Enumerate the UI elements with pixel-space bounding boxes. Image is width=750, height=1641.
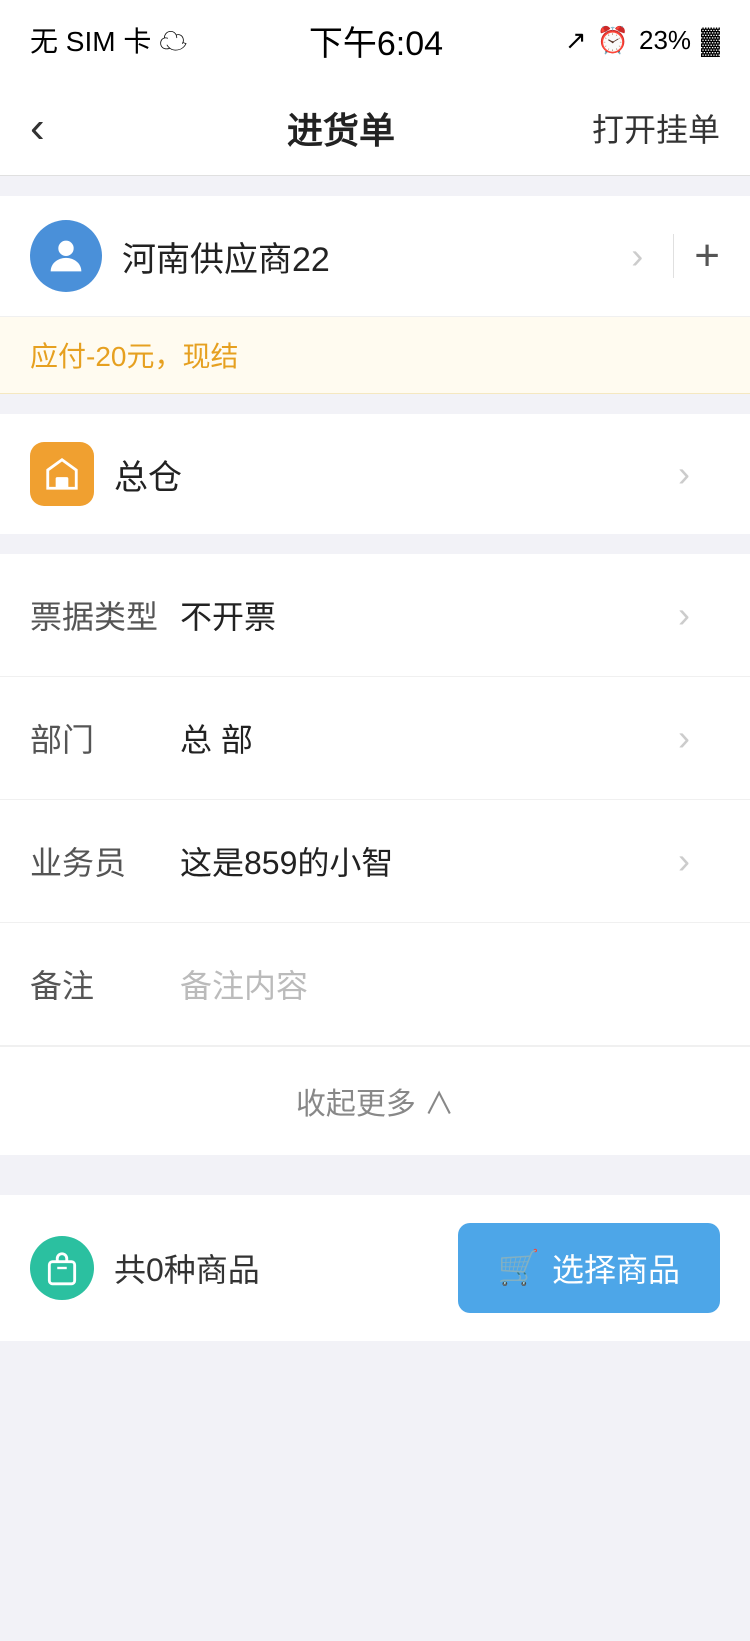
salesperson-chevron-icon: › (678, 840, 690, 882)
back-button[interactable]: ‹ (30, 103, 90, 153)
salesperson-value: 这是859的小智 (170, 838, 678, 884)
department-row[interactable]: 部门 总 部 › (0, 677, 750, 800)
supplier-avatar (30, 220, 102, 292)
user-icon (43, 233, 89, 279)
warehouse-icon-wrap (30, 442, 94, 506)
warehouse-card: 总仓 › (0, 414, 750, 534)
product-icon-wrap (30, 1236, 94, 1300)
notice-text: 应付-20元，现结 (30, 341, 238, 372)
cart-icon: 🛒 (498, 1248, 540, 1288)
salesperson-label: 业务员 (30, 838, 170, 884)
status-time: 下午6:04 (309, 16, 443, 65)
select-btn-label: 选择商品 (552, 1245, 680, 1291)
nav-bar: ‹ 进货单 打开挂单 (0, 80, 750, 176)
department-value: 总 部 (170, 715, 678, 761)
status-right: ↗ ⏰ 23% ▓ (565, 25, 720, 56)
add-supplier-button[interactable]: + (673, 234, 720, 278)
section-gap-1 (0, 176, 750, 196)
location-icon: ↗ (565, 25, 587, 56)
section-gap-4 (0, 1155, 750, 1175)
warehouse-label: 总仓 (114, 450, 678, 499)
sim-label: 无 SIM 卡 ☁ (30, 20, 187, 60)
department-label: 部门 (30, 715, 170, 761)
remark-row[interactable]: 备注 备注内容 (0, 923, 750, 1046)
warehouse-chevron-icon: › (678, 453, 690, 495)
supplier-card: 河南供应商22 › + 应付-20元，现结 (0, 196, 750, 394)
collapse-label[interactable]: 收起更多 ∧ (296, 1079, 454, 1123)
salesperson-row[interactable]: 业务员 这是859的小智 › (0, 800, 750, 923)
invoice-type-label: 票据类型 (30, 592, 170, 638)
warehouse-icon (43, 455, 81, 493)
department-chevron-icon: › (678, 717, 690, 759)
remark-input[interactable]: 备注内容 (170, 961, 720, 1007)
section-gap-3 (0, 534, 750, 554)
invoice-type-row[interactable]: 票据类型 不开票 › (0, 554, 750, 677)
warehouse-row[interactable]: 总仓 › (0, 414, 750, 534)
remark-label: 备注 (30, 961, 170, 1007)
open-pending-button[interactable]: 打开挂单 (592, 105, 720, 151)
form-section: 票据类型 不开票 › 部门 总 部 › 业务员 这是859的小智 › 备注 备注… (0, 554, 750, 1155)
product-count-label: 共0种商品 (114, 1245, 438, 1291)
battery-icon: ▓ (701, 25, 720, 56)
invoice-type-value: 不开票 (170, 592, 678, 638)
page-title: 进货单 (287, 102, 395, 154)
supplier-name: 河南供应商22 (122, 232, 631, 281)
section-gap-2 (0, 394, 750, 414)
bottom-bar: 共0种商品 🛒 选择商品 (0, 1195, 750, 1341)
shopping-bag-icon (43, 1249, 81, 1287)
battery-label: 23% (639, 25, 691, 56)
status-left: 无 SIM 卡 ☁ (30, 20, 187, 60)
notice-bar: 应付-20元，现结 (0, 317, 750, 394)
page-rest (0, 1341, 750, 1641)
supplier-row[interactable]: 河南供应商22 › + (0, 196, 750, 317)
alarm-icon: ⏰ (597, 25, 629, 56)
status-bar: 无 SIM 卡 ☁ 下午6:04 ↗ ⏰ 23% ▓ (0, 0, 750, 80)
collapse-row[interactable]: 收起更多 ∧ (0, 1046, 750, 1155)
select-product-button[interactable]: 🛒 选择商品 (458, 1223, 720, 1313)
invoice-type-chevron-icon: › (678, 594, 690, 636)
supplier-chevron-icon: › (631, 235, 643, 277)
